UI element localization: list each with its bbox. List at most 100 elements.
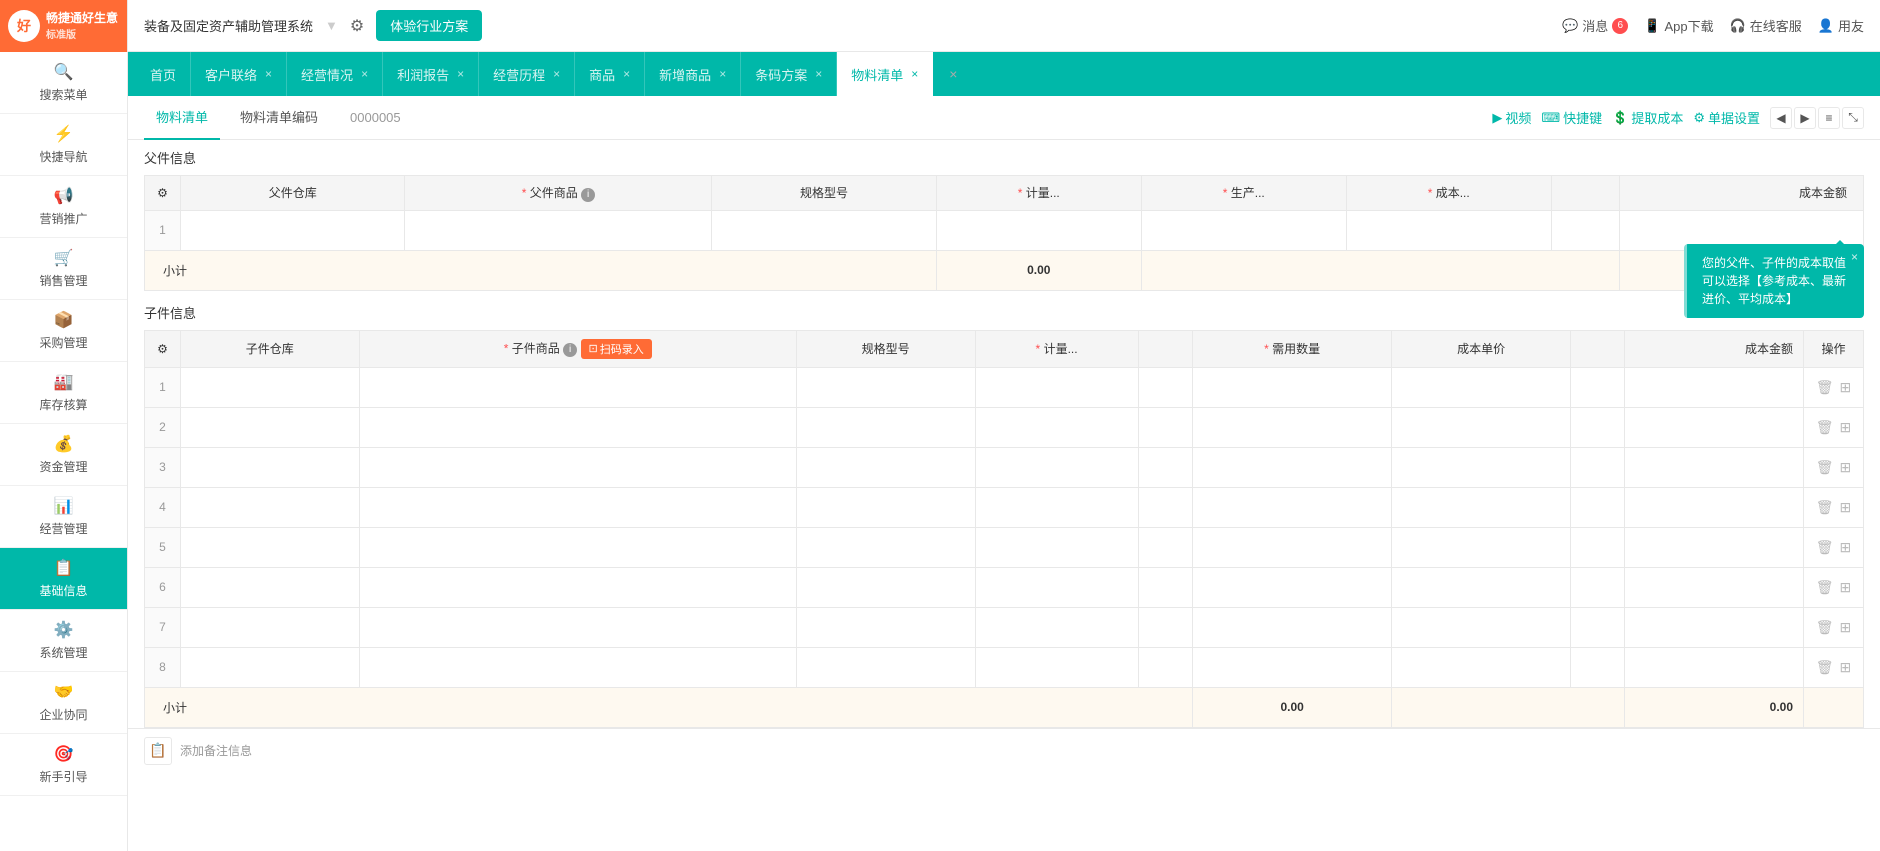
delete-icon-8[interactable]: 🗑 (1816, 659, 1834, 676)
child-warehouse-8[interactable] (181, 647, 360, 687)
action-cost[interactable]: 💲 提取成本 (1612, 108, 1683, 127)
user-item[interactable]: 👤 用友 (1818, 16, 1864, 35)
child-spec-7[interactable] (796, 607, 975, 647)
sidebar-item-purchase[interactable]: 📦 采购管理 (0, 300, 127, 362)
child-spec-5[interactable] (796, 527, 975, 567)
delete-icon-2[interactable]: 🗑 (1816, 419, 1834, 436)
scan-btn[interactable]: ⊡ 扫码录入 (581, 339, 652, 359)
child-qty-2[interactable] (975, 407, 1138, 447)
sidebar-item-management[interactable]: 📊 经营管理 (0, 486, 127, 548)
page-prev-btn[interactable]: ◀ (1770, 107, 1792, 129)
child-unit-cost-6[interactable] (1392, 567, 1571, 607)
sidebar-item-system[interactable]: ⚙️ 系统管理 (0, 610, 127, 672)
tab-profit-close[interactable]: × (457, 67, 464, 81)
page-list-btn[interactable]: ≡ (1818, 107, 1840, 129)
tab-business-close[interactable]: × (361, 67, 368, 81)
delete-icon-3[interactable]: 🗑 (1816, 459, 1834, 476)
child-needed-7[interactable] (1192, 607, 1391, 647)
child-spec-2[interactable] (796, 407, 975, 447)
child-unit-cost-3[interactable] (1392, 447, 1571, 487)
parent-cost-cell[interactable] (1346, 210, 1551, 250)
app-download-item[interactable]: 📱 App下载 (1644, 16, 1713, 35)
close-all-tabs[interactable]: × (949, 66, 957, 82)
child-unit-cost-8[interactable] (1392, 647, 1571, 687)
copy-icon-8[interactable]: ⊞ (1840, 659, 1852, 676)
child-qty-4[interactable] (975, 487, 1138, 527)
child-needed-2[interactable] (1192, 407, 1391, 447)
sidebar-item-finance[interactable]: 💰 资金管理 (0, 424, 127, 486)
child-warehouse-3[interactable] (181, 447, 360, 487)
tab-history-close[interactable]: × (553, 67, 560, 81)
child-spec-1[interactable] (796, 367, 975, 407)
tab-customer[interactable]: 客户联络 × (191, 52, 287, 96)
subtab-bom-list[interactable]: 物料清单 (144, 96, 220, 140)
tab-bom-close[interactable]: × (911, 67, 918, 81)
sidebar-item-inventory[interactable]: 🏭 库存核算 (0, 362, 127, 424)
sidebar-item-sales[interactable]: 🛒 销售管理 (0, 238, 127, 300)
page-expand-btn[interactable]: ⤡ (1842, 107, 1864, 129)
tab-profit[interactable]: 利润报告 × (383, 52, 479, 96)
tab-history[interactable]: 经营历程 × (479, 52, 575, 96)
child-spec-8[interactable] (796, 647, 975, 687)
tab-goods-close[interactable]: × (623, 67, 630, 81)
child-qty-7[interactable] (975, 607, 1138, 647)
child-unit-cost-4[interactable] (1392, 487, 1571, 527)
child-qty-1[interactable] (975, 367, 1138, 407)
child-spec-4[interactable] (796, 487, 975, 527)
tab-customer-close[interactable]: × (265, 67, 272, 81)
child-product-5[interactable] (359, 527, 796, 567)
tab-new-goods[interactable]: 新增商品 × (645, 52, 741, 96)
parent-warehouse-cell[interactable] (181, 210, 405, 250)
delete-icon-6[interactable]: 🗑 (1816, 579, 1834, 596)
action-settings[interactable]: ⚙ 单据设置 (1693, 108, 1760, 127)
child-product-info-icon[interactable]: i (563, 343, 577, 357)
child-warehouse-6[interactable] (181, 567, 360, 607)
tab-barcode[interactable]: 条码方案 × (741, 52, 837, 96)
child-warehouse-4[interactable] (181, 487, 360, 527)
tab-bom[interactable]: 物料清单 × (837, 52, 933, 96)
action-view[interactable]: ▶ 视频 (1492, 108, 1531, 127)
child-qty-3[interactable] (975, 447, 1138, 487)
subtab-bom-code[interactable]: 物料清单编码 (228, 96, 330, 140)
sidebar-item-basic[interactable]: 📋 基础信息 (0, 548, 127, 610)
sidebar-item-search[interactable]: 🔍 搜索菜单 (0, 52, 127, 114)
sidebar-item-marketing[interactable]: 📢 营销推广 (0, 176, 127, 238)
child-needed-3[interactable] (1192, 447, 1391, 487)
tab-new-goods-close[interactable]: × (719, 67, 726, 81)
sidebar-item-quicknav[interactable]: ⚡ 快捷导航 (0, 114, 127, 176)
child-needed-8[interactable] (1192, 647, 1391, 687)
child-qty-6[interactable] (975, 567, 1138, 607)
product-info-icon[interactable]: i (581, 188, 595, 202)
copy-icon-7[interactable]: ⊞ (1840, 619, 1852, 636)
parent-col-settings[interactable]: ⚙ (145, 176, 181, 211)
delete-icon-4[interactable]: 🗑 (1816, 499, 1834, 516)
child-unit-cost-2[interactable] (1392, 407, 1571, 447)
parent-spec-cell[interactable] (712, 210, 936, 250)
tab-home[interactable]: 首页 (136, 52, 191, 96)
experience-btn[interactable]: 体验行业方案 (376, 10, 482, 41)
delete-icon-1[interactable]: 🗑 (1816, 379, 1834, 396)
child-needed-5[interactable] (1192, 527, 1391, 567)
child-col-settings[interactable]: ⚙ (145, 330, 181, 367)
parent-qty-cell[interactable] (936, 210, 1141, 250)
page-next-btn[interactable]: ▶ (1794, 107, 1816, 129)
sidebar-item-collab[interactable]: 🤝 企业协同 (0, 672, 127, 734)
sidebar-item-guide[interactable]: 🎯 新手引导 (0, 734, 127, 796)
copy-icon-6[interactable]: ⊞ (1840, 579, 1852, 596)
child-warehouse-7[interactable] (181, 607, 360, 647)
child-product-3[interactable] (359, 447, 796, 487)
child-warehouse-1[interactable] (181, 367, 360, 407)
child-spec-3[interactable] (796, 447, 975, 487)
topbar-gear-icon[interactable]: ⚙ (350, 16, 364, 36)
copy-icon-1[interactable]: ⊞ (1840, 379, 1852, 396)
child-product-1[interactable] (359, 367, 796, 407)
delete-icon-7[interactable]: 🗑 (1816, 619, 1834, 636)
child-product-6[interactable] (359, 567, 796, 607)
child-warehouse-5[interactable] (181, 527, 360, 567)
copy-icon-3[interactable]: ⊞ (1840, 459, 1852, 476)
child-needed-4[interactable] (1192, 487, 1391, 527)
child-qty-8[interactable] (975, 647, 1138, 687)
tab-business[interactable]: 经营情况 × (287, 52, 383, 96)
copy-icon-4[interactable]: ⊞ (1840, 499, 1852, 516)
child-product-8[interactable] (359, 647, 796, 687)
